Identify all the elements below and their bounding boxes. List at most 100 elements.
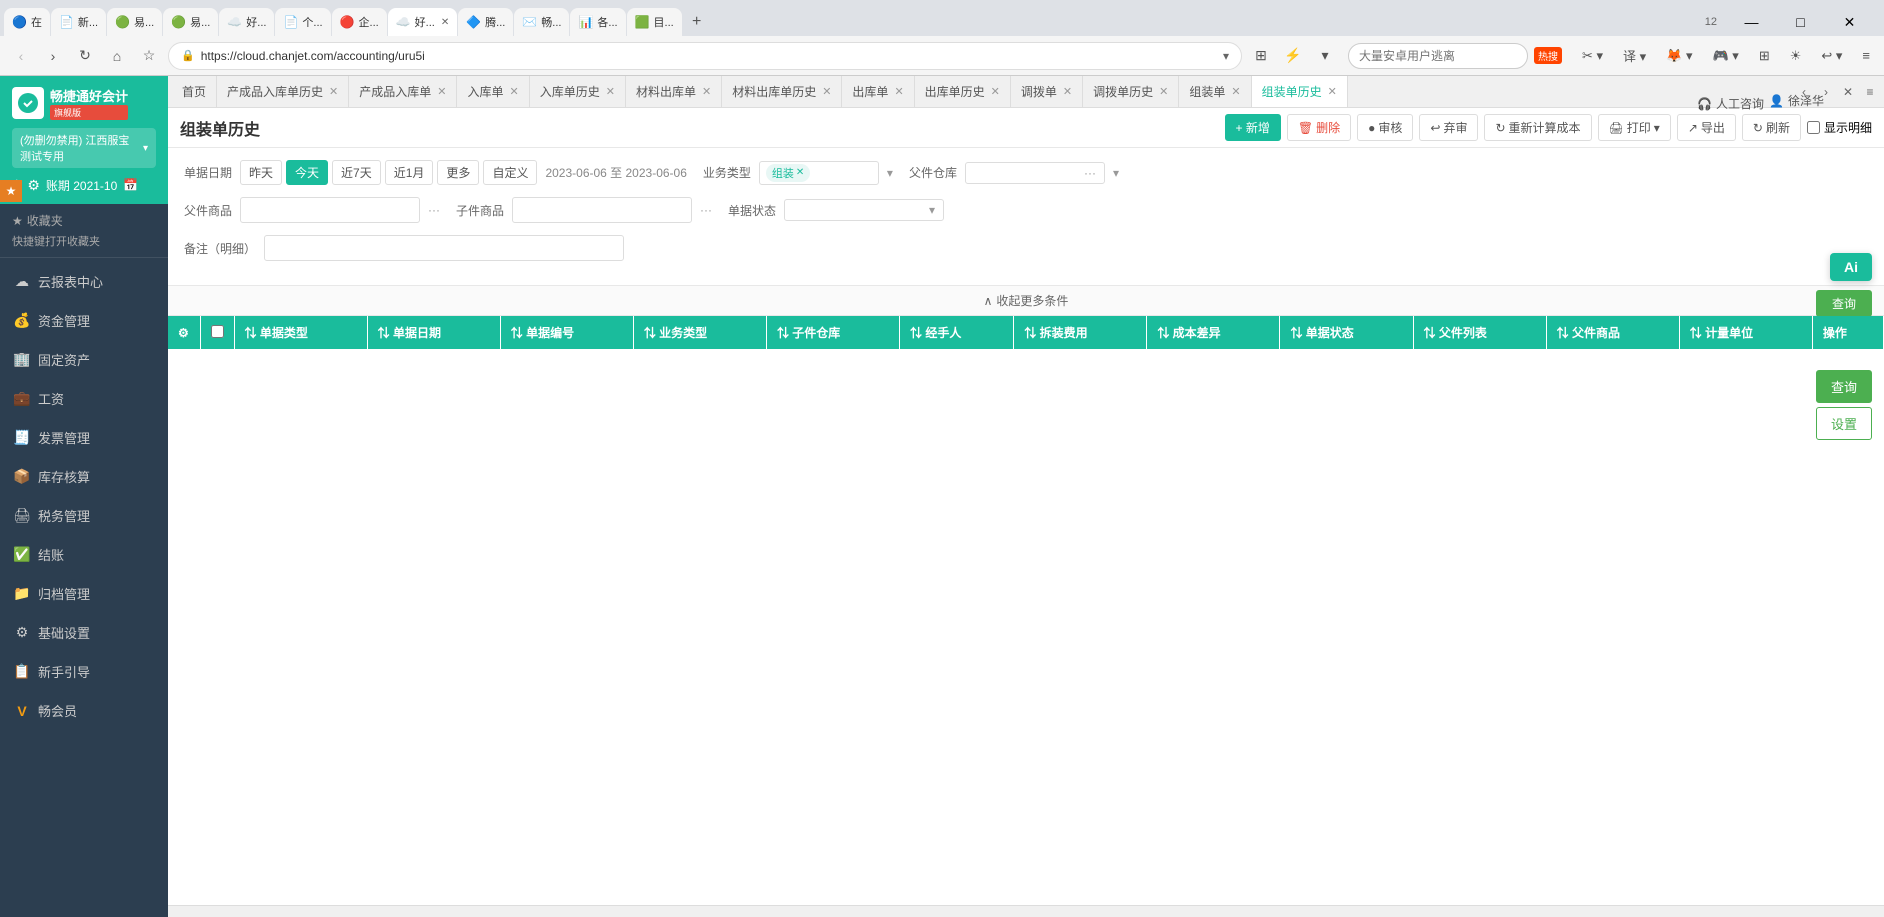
sidebar-item-invoice[interactable]: 🧾 发票管理 (0, 418, 168, 457)
sidebar-item-capital[interactable]: 💰 资金管理 (0, 301, 168, 340)
url-bar[interactable]: 🔒 https://cloud.chanjet.com/accounting/u… (168, 42, 1242, 70)
refresh-browser-button[interactable]: ↻ (72, 43, 98, 69)
th-child-warehouse[interactable]: ⇅ 子件仓库 (766, 316, 899, 349)
address-dropdown[interactable]: ▾ (1223, 49, 1229, 63)
sidebar-item-fixed-assets[interactable]: 🏢 固定资产 (0, 340, 168, 379)
biz-type-dropdown-icon[interactable]: ▾ (887, 166, 893, 180)
browser-tab-9[interactable]: 🔷 腾... (458, 8, 513, 36)
query-float-button[interactable]: 查询 (1816, 370, 1872, 403)
delete-button[interactable]: 🗑 删除 (1287, 114, 1351, 141)
th-bill-date[interactable]: ⇅ 单据日期 (367, 316, 500, 349)
nav-tab-close[interactable]: ✕ (329, 85, 338, 98)
search-input[interactable] (1348, 43, 1528, 69)
nav-tab-inbound[interactable]: 入库单 ✕ (457, 76, 529, 108)
th-checkbox[interactable] (200, 316, 234, 349)
sidebar-item-checkout[interactable]: ✅ 结账 (0, 535, 168, 574)
new-tab-button[interactable]: + (683, 8, 711, 36)
nav-tab-close[interactable]: ✕ (1231, 85, 1240, 98)
today-btn[interactable]: 今天 (286, 160, 328, 185)
favorites-button[interactable]: ☆ (136, 43, 162, 69)
settings-icon[interactable]: ⚙ (27, 177, 40, 194)
browser-tab-5[interactable]: ☁️ 好... (219, 8, 274, 36)
maximize-button[interactable]: □ (1778, 8, 1823, 36)
browser-tab-3[interactable]: 🟢 易... (107, 8, 162, 36)
user-avatar-area[interactable]: 👤 徐泽华 (1769, 92, 1824, 109)
refresh-button[interactable]: ↻ 刷新 (1742, 114, 1801, 141)
show-detail-checkbox[interactable]: 显示明细 (1807, 119, 1872, 136)
minimize-button[interactable]: — (1729, 8, 1774, 36)
nav-tab-inbound-history[interactable]: 入库单历史 ✕ (530, 76, 626, 108)
tab-more-menu[interactable]: ≡ (1860, 82, 1880, 102)
forward-button[interactable]: › (40, 43, 66, 69)
game-tool[interactable]: 🎮 ▾ (1706, 46, 1744, 66)
nav-tab-assembly[interactable]: 组装单 ✕ (1179, 76, 1251, 108)
export-button[interactable]: ↗ 导出 (1677, 114, 1736, 141)
nav-tab-close[interactable]: ✕ (894, 85, 903, 98)
close-button[interactable]: ✕ (1827, 8, 1872, 36)
th-parent-goods[interactable]: ⇅ 父件商品 (1546, 316, 1679, 349)
nav-tab-outbound[interactable]: 出库单 ✕ (842, 76, 914, 108)
nav-tab-close[interactable]: ✕ (606, 85, 615, 98)
sun-tool[interactable]: ☀ (1784, 46, 1808, 66)
note-input[interactable] (264, 235, 624, 261)
horizontal-scrollbar[interactable] (168, 905, 1884, 917)
child-goods-input[interactable] (512, 197, 692, 223)
sidebar-item-settings[interactable]: ⚙ 基础设置 (0, 613, 168, 652)
chevron-down-button[interactable]: ▾ (1312, 43, 1338, 69)
ai-button[interactable]: Ai (1830, 253, 1872, 281)
nav-tab-assembly-history[interactable]: 组装单历史 ✕ (1252, 76, 1348, 108)
nav-tab-close[interactable]: ✕ (1159, 85, 1168, 98)
audit-button[interactable]: ● 审核 (1357, 114, 1413, 141)
sidebar-item-cloud-report[interactable]: ☁ 云报表中心 (0, 262, 168, 301)
more-date-btn[interactable]: 更多 (437, 160, 479, 185)
th-cost-diff[interactable]: ⇅ 成本差异 (1147, 316, 1280, 349)
print-button[interactable]: 🖨 打印 ▾ (1598, 114, 1671, 141)
th-bill-type[interactable]: ⇅ 单据类型 (234, 316, 367, 349)
th-disassembly-fee[interactable]: ⇅ 拆装费用 (1014, 316, 1147, 349)
1month-btn[interactable]: 近1月 (385, 160, 434, 185)
abandon-button[interactable]: ↩ 弃审 (1419, 114, 1478, 141)
sidebar-item-salary[interactable]: 💼 工资 (0, 379, 168, 418)
child-goods-dots[interactable]: ··· (700, 203, 712, 217)
collapse-bar[interactable]: ∧ 收起更多条件 (168, 286, 1884, 316)
company-selector[interactable]: (勿删勿禁用) 江西服宝测试专用 ▾ (12, 128, 156, 168)
browser-tab-10[interactable]: ✉️ 畅... (514, 8, 569, 36)
browser-tab-4[interactable]: 🟢 易... (163, 8, 218, 36)
sidebar-item-archive[interactable]: 📁 归档管理 (0, 574, 168, 613)
nav-tab-close[interactable]: ✕ (1328, 85, 1337, 98)
th-unit[interactable]: ⇅ 计量单位 (1679, 316, 1812, 349)
yesterday-btn[interactable]: 昨天 (240, 160, 282, 185)
recalculate-button[interactable]: ↻ 重新计算成本 (1484, 114, 1591, 141)
biz-type-input[interactable]: 组装 ✕ (759, 161, 879, 185)
sidebar-item-inventory[interactable]: 📦 库存核算 (0, 457, 168, 496)
sidebar-item-member[interactable]: V 畅会员 (0, 691, 168, 730)
nav-tab-material-outbound[interactable]: 材料出库单 ✕ (626, 76, 722, 108)
sidebar-item-tax[interactable]: 🖨 税务管理 (0, 496, 168, 535)
th-biz-type[interactable]: ⇅ 业务类型 (633, 316, 766, 349)
human-support-button[interactable]: 🎧 人工咨询 (1697, 95, 1764, 112)
browser-tab-7[interactable]: 🔴 企... (332, 8, 387, 36)
show-detail-input[interactable] (1807, 121, 1820, 134)
nav-tab-prod-inbound[interactable]: 产成品入库单 ✕ (349, 76, 457, 108)
tab-close-current[interactable]: ✕ (1838, 82, 1858, 102)
sidebar-item-guide[interactable]: 📋 新手引导 (0, 652, 168, 691)
nav-tab-outbound-history[interactable]: 出库单历史 ✕ (915, 76, 1011, 108)
qr-code-button[interactable]: ⊞ (1248, 43, 1274, 69)
parent-warehouse-select[interactable]: ··· (965, 162, 1105, 184)
add-button[interactable]: + 新增 (1225, 114, 1281, 141)
browser-tab-6[interactable]: 📄 个... (275, 8, 330, 36)
th-status[interactable]: ⇅ 单据状态 (1280, 316, 1413, 349)
nav-tab-transfer[interactable]: 调拨单 ✕ (1011, 76, 1083, 108)
status-select[interactable]: ▾ (784, 199, 944, 221)
th-settings[interactable]: ⚙ (168, 316, 200, 349)
7days-btn[interactable]: 近7天 (332, 160, 381, 185)
undo-tool[interactable]: ↩ ▾ (1815, 46, 1848, 66)
scissors-tool[interactable]: ✂ ▾ (1576, 46, 1609, 66)
browser-tab-12[interactable]: 🟩 目... (627, 8, 682, 36)
translate-tool[interactable]: 译 ▾ (1617, 44, 1652, 67)
th-bill-number[interactable]: ⇅ 单据编号 (500, 316, 633, 349)
nav-tab-close[interactable]: ✕ (991, 85, 1000, 98)
nav-tab-close[interactable]: ✕ (510, 85, 519, 98)
parent-goods-input[interactable] (240, 197, 420, 223)
emoji-tool[interactable]: 🦊 ▾ (1660, 46, 1698, 66)
